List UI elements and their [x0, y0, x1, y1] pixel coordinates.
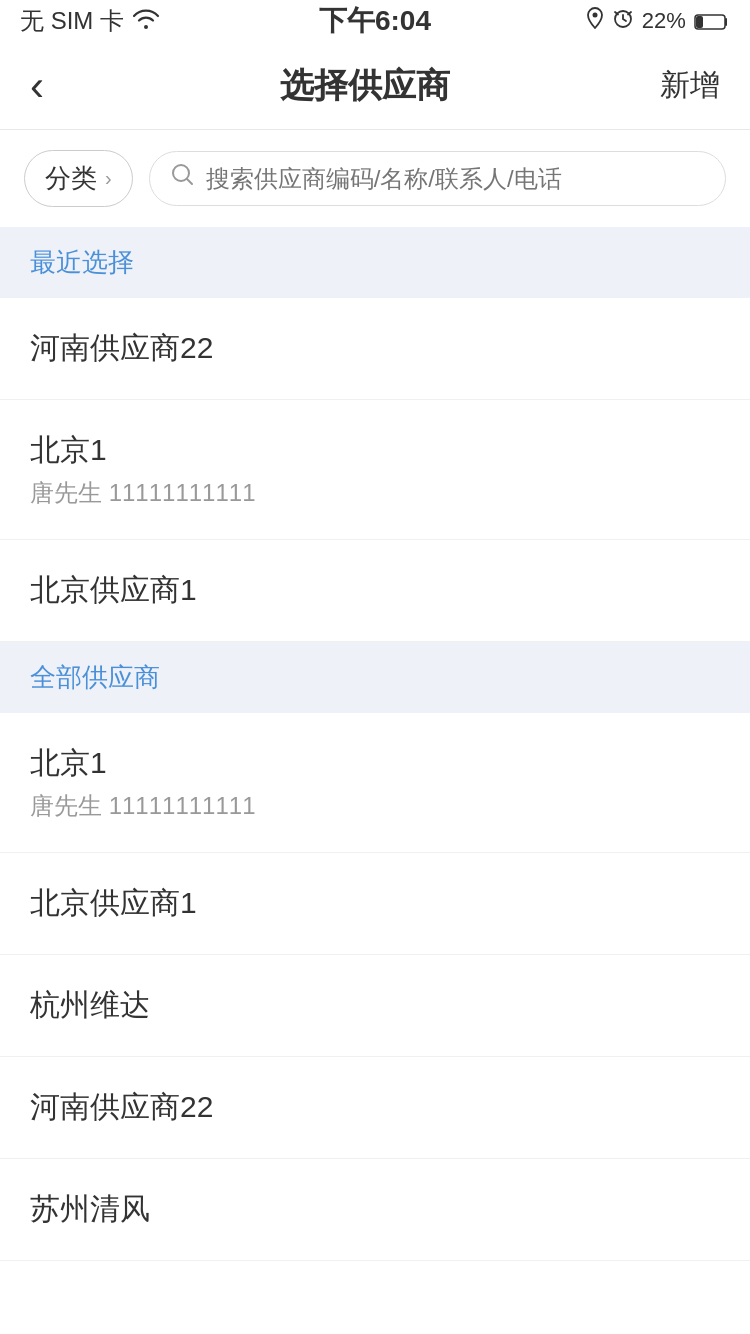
all-list: 北京1 唐先生 11111111111 北京供应商1 杭州维达河南供应商22 苏州清风 [0, 713, 750, 1261]
category-label: 分类 [45, 161, 97, 196]
back-button[interactable]: ‹ [30, 62, 90, 110]
list-item[interactable]: 苏州清风 [0, 1159, 750, 1261]
list-item[interactable]: 北京供应商1 [0, 853, 750, 955]
search-input[interactable] [206, 165, 705, 193]
svg-point-0 [592, 13, 597, 18]
item-name: 河南供应商22 [30, 328, 720, 369]
battery-text: 22% [642, 8, 730, 34]
page-title: 选择供应商 [90, 63, 640, 109]
recent-section-header: 最近选择 [0, 227, 750, 298]
carrier-text: 无 SIM 卡 [20, 5, 124, 37]
wifi-icon [132, 7, 160, 35]
item-contact: 唐先生 11111111111 [30, 790, 720, 822]
item-name: 苏州清风 [30, 1189, 720, 1230]
list-item[interactable]: 河南供应商22 [0, 1057, 750, 1159]
list-item[interactable]: 杭州维达 [0, 955, 750, 1057]
all-section-label: 全部供应商 [30, 662, 160, 692]
status-right: 22% [586, 7, 730, 35]
search-box [149, 151, 726, 206]
all-section-header: 全部供应商 [0, 642, 750, 713]
item-name: 杭州维达 [30, 985, 720, 1026]
recent-section-label: 最近选择 [30, 247, 134, 277]
add-button[interactable]: 新增 [640, 65, 720, 106]
status-time: 下午6:04 [319, 2, 431, 40]
list-item[interactable]: 北京供应商1 [0, 540, 750, 642]
recent-list: 河南供应商22 北京1 唐先生 11111111111 北京供应商1 [0, 298, 750, 642]
item-name: 北京供应商1 [30, 883, 720, 924]
nav-bar: ‹ 选择供应商 新增 [0, 42, 750, 130]
status-left: 无 SIM 卡 [20, 5, 160, 37]
list-item[interactable]: 北京1 唐先生 11111111111 [0, 400, 750, 540]
location-icon [586, 7, 604, 35]
item-name: 北京供应商1 [30, 570, 720, 611]
item-name: 北京1 [30, 743, 720, 784]
alarm-icon [612, 7, 634, 35]
list-item[interactable]: 北京1 唐先生 11111111111 [0, 713, 750, 853]
search-icon [170, 162, 196, 195]
filter-bar: 分类 › [0, 130, 750, 227]
chevron-right-icon: › [105, 167, 112, 190]
item-name: 北京1 [30, 430, 720, 471]
category-button[interactable]: 分类 › [24, 150, 133, 207]
svg-rect-3 [696, 16, 703, 28]
item-name: 河南供应商22 [30, 1087, 720, 1128]
item-contact: 唐先生 11111111111 [30, 477, 720, 509]
list-item[interactable]: 河南供应商22 [0, 298, 750, 400]
status-bar: 无 SIM 卡 下午6:04 22 [0, 0, 750, 42]
